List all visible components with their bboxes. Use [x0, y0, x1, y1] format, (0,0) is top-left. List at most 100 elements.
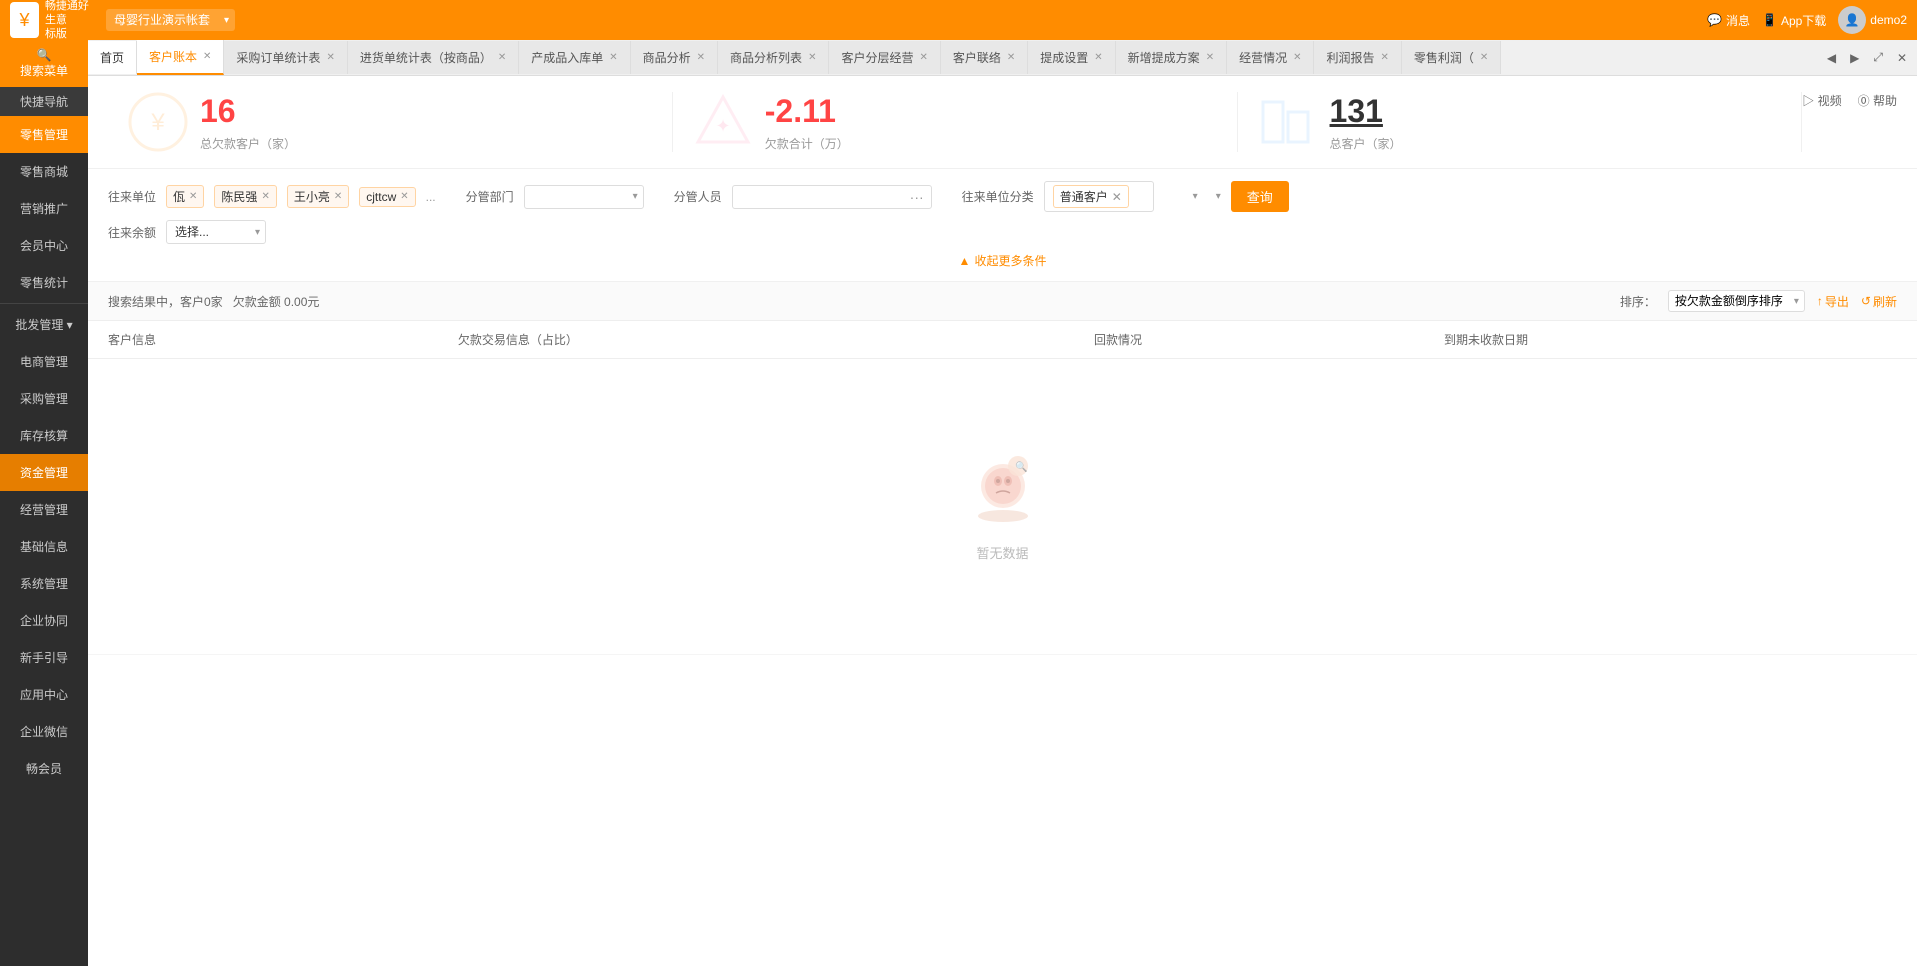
tab-close-operations[interactable]: ✕ — [1293, 52, 1301, 63]
sidebar-item-member[interactable]: 会员中心 — [0, 227, 88, 264]
person-input-wrap: ··· — [732, 185, 932, 209]
video-link[interactable]: ▷ 视频 — [1802, 92, 1841, 109]
empty-state-row: 🔍 暂无数据 — [88, 359, 1917, 655]
sort-select[interactable]: 按欠款金额倒序排序 — [1668, 290, 1805, 312]
svg-text:🔍: 🔍 — [1015, 460, 1027, 473]
remove-tag-1[interactable]: ✕ — [261, 191, 269, 202]
filter-more-tags[interactable]: ... — [426, 190, 436, 204]
logo-icon: ¥ — [10, 2, 39, 38]
industry-selector-wrap[interactable]: 母婴行业演示帐套 — [106, 9, 235, 31]
tab-close-customer-contact[interactable]: ✕ — [1007, 52, 1015, 63]
sidebar-item-app-center[interactable]: 应用中心 — [0, 676, 88, 713]
debt-amount-icon: ✦ — [693, 92, 753, 152]
tab-product-analysis-list[interactable]: 商品分析列表 ✕ — [718, 41, 829, 74]
svg-text:¥: ¥ — [150, 109, 165, 136]
tab-new-plan[interactable]: 新增提成方案 ✕ — [1116, 41, 1227, 74]
refresh-icon: ↺ — [1861, 294, 1871, 308]
stat-card-total-customers: 131 总客户（家） — [1238, 92, 1803, 152]
sidebar-item-operations[interactable]: 经营管理 — [0, 491, 88, 528]
tab-close-customer-segment[interactable]: ✕ — [919, 52, 927, 63]
tab-home[interactable]: 首页 — [88, 41, 137, 74]
tab-close-inventory-stats[interactable]: ✕ — [498, 52, 506, 63]
tab-profit-report[interactable]: 利润报告 ✕ — [1314, 41, 1401, 74]
unit-type-dropdown-icon[interactable]: ▾ — [1216, 191, 1221, 202]
tab-close-purchase-orders[interactable]: ✕ — [326, 52, 334, 63]
sidebar-item-marketing[interactable]: 营销推广 — [0, 190, 88, 227]
remove-tag-3[interactable]: ✕ — [400, 191, 408, 202]
sidebar-item-system[interactable]: 系统管理 — [0, 565, 88, 602]
tab-close-retail-profit[interactable]: ✕ — [1480, 52, 1488, 63]
person-input-more[interactable]: ··· — [910, 189, 924, 205]
sidebar-item-ecommerce[interactable]: 电商管理 — [0, 343, 88, 380]
tab-mention-settings[interactable]: 提成设置 ✕ — [1028, 41, 1115, 74]
industry-selector[interactable]: 母婴行业演示帐套 — [106, 9, 235, 31]
sidebar-item-purchase[interactable]: 采购管理 — [0, 380, 88, 417]
export-btn[interactable]: ↑ 导出 — [1817, 293, 1849, 310]
tab-close-product-analysis[interactable]: ✕ — [697, 52, 705, 63]
sidebar-item-enterprise-wechat[interactable]: 企业微信 — [0, 713, 88, 750]
sidebar-item-retail-mall[interactable]: 零售商城 — [0, 153, 88, 190]
tab-next-btn[interactable]: ▶ — [1844, 47, 1865, 69]
app-download-btn[interactable]: 📱 App下载 — [1762, 12, 1826, 29]
tab-operations[interactable]: 经营情况 ✕ — [1227, 41, 1314, 74]
sidebar-item-retail-stats[interactable]: 零售统计 — [0, 264, 88, 301]
sidebar-item-inventory[interactable]: 库存核算 — [0, 417, 88, 454]
person-filter-label: 分管人员 — [674, 188, 722, 205]
remove-customer-type[interactable]: ✕ — [1112, 190, 1122, 204]
tab-close-all-btn[interactable]: ✕ — [1891, 47, 1913, 69]
tab-product-analysis[interactable]: 商品分析 ✕ — [631, 41, 718, 74]
empty-icon: 🔍 — [963, 451, 1043, 531]
remove-tag-2[interactable]: ✕ — [334, 191, 342, 202]
unit-type-select-wrap[interactable]: 普通客户 ✕ — [1044, 181, 1204, 212]
sort-select-wrap[interactable]: 按欠款金额倒序排序 — [1668, 290, 1805, 312]
customer-type-tag: 普通客户 ✕ — [1053, 185, 1129, 208]
sidebar-item-vip[interactable]: 畅会员 — [0, 750, 88, 787]
tab-cost-in[interactable]: 产成品入库单 ✕ — [519, 41, 630, 74]
dept-select[interactable] — [524, 185, 644, 209]
table-body: 🔍 暂无数据 — [88, 359, 1917, 655]
balance-select-wrap[interactable]: 选择... — [166, 220, 266, 244]
stat-info-debtors: 16 总欠款客户（家） — [200, 92, 296, 151]
sidebar-item-retail[interactable]: 零售管理 — [0, 116, 88, 153]
sidebar-item-wholesale[interactable]: 批发管理 ▾ — [0, 306, 88, 343]
tab-customer-contact[interactable]: 客户联络 ✕ — [941, 41, 1028, 74]
messages-btn[interactable]: 💬 消息 — [1707, 12, 1750, 29]
tab-close-new-plan[interactable]: ✕ — [1206, 52, 1214, 63]
content-area: 首页 客户账本 ✕ 采购订单统计表 ✕ 进货单统计表（按商品） ✕ 产成品入库单… — [88, 40, 1917, 966]
tab-customer-accounts[interactable]: 客户账本 ✕ — [137, 40, 224, 75]
tab-retail-profit[interactable]: 零售利润（ ✕ — [1402, 41, 1501, 74]
dept-select-wrap[interactable] — [524, 185, 644, 209]
sidebar-item-enterprise-agreement[interactable]: 企业协同 — [0, 602, 88, 639]
tab-close-profit-report[interactable]: ✕ — [1381, 52, 1389, 63]
person-input[interactable] — [732, 185, 932, 209]
balance-select[interactable]: 选择... — [166, 220, 266, 244]
empty-state-cell: 🔍 暂无数据 — [88, 359, 1917, 655]
tab-close-customer-accounts[interactable]: ✕ — [203, 51, 211, 62]
stat-card-debt-amount: ✦ -2.11 欠款合计（万） — [673, 92, 1238, 152]
sidebar-divider-1 — [0, 303, 88, 304]
tab-customer-segment[interactable]: 客户分层经营 ✕ — [829, 41, 940, 74]
tab-inventory-stats[interactable]: 进货单统计表（按商品） ✕ — [348, 41, 519, 74]
collapse-btn[interactable]: ▲ 收起更多条件 — [108, 252, 1897, 269]
tab-expand-btn[interactable]: ⤢ — [1867, 46, 1889, 69]
tab-close-product-analysis-list[interactable]: ✕ — [808, 52, 816, 63]
result-bar: 搜索结果中，客户0家 欠款金额 0.00元 排序： 按欠款金额倒序排序 ↑ 导 — [88, 282, 1917, 321]
tab-purchase-orders[interactable]: 采购订单统计表 ✕ — [224, 41, 347, 74]
balance-filter-label: 往来余额 — [108, 224, 156, 241]
collapse-icon: ▲ — [959, 254, 971, 268]
sidebar-item-capital[interactable]: 资金管理 — [0, 454, 88, 491]
remove-tag-0[interactable]: ✕ — [189, 191, 197, 202]
query-button[interactable]: 查询 — [1231, 181, 1289, 212]
user-menu[interactable]: 👤 demo2 — [1838, 6, 1907, 34]
sidebar-quick-nav[interactable]: 快捷导航 — [0, 87, 88, 116]
help-link[interactable]: ⓪ 帮助 — [1858, 92, 1897, 109]
tab-prev-btn[interactable]: ◀ — [1821, 47, 1842, 69]
sidebar-search[interactable]: 🔍 搜索菜单 — [0, 40, 88, 87]
tab-close-mention-settings[interactable]: ✕ — [1094, 52, 1102, 63]
sidebar-item-new-guide[interactable]: 新手引导 — [0, 639, 88, 676]
debtor-icon: ¥ — [128, 92, 188, 152]
refresh-btn[interactable]: ↺ 刷新 — [1861, 293, 1897, 310]
filter-row-1: 往来单位 佤 ✕ 陈民强 ✕ 王小亮 ✕ — [108, 181, 1897, 212]
tab-close-cost-in[interactable]: ✕ — [609, 52, 617, 63]
sidebar-item-basic-info[interactable]: 基础信息 — [0, 528, 88, 565]
